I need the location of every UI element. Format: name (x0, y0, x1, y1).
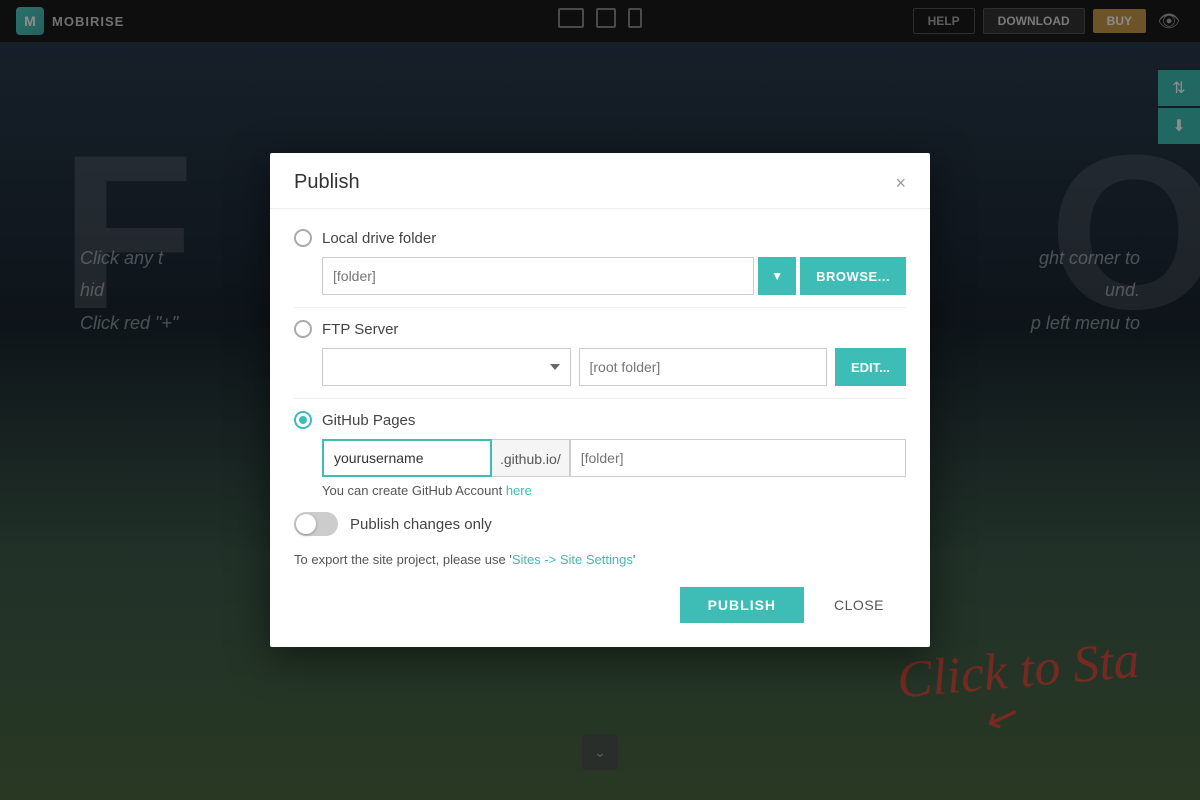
ftp-input-row: EDIT... (322, 348, 906, 386)
divider-1 (294, 307, 906, 308)
local-drive-radio[interactable] (294, 229, 312, 247)
divider-2 (294, 398, 906, 399)
github-radio[interactable] (294, 411, 312, 429)
ftp-folder-input[interactable] (579, 348, 828, 386)
publish-changes-label: Publish changes only (350, 516, 492, 533)
chevron-down-icon: ▼ (771, 269, 783, 283)
local-drive-label: Local drive folder (322, 230, 436, 247)
site-settings-link[interactable]: Sites -> Site Settings (512, 552, 633, 567)
local-drive-option-row: Local drive folder (294, 229, 906, 247)
modal-close-button[interactable]: × (895, 174, 906, 192)
modal-actions: PUBLISH CLOSE (294, 587, 906, 623)
ftp-server-select[interactable] (322, 348, 571, 386)
ftp-edit-button[interactable]: EDIT... (835, 348, 906, 386)
local-folder-input[interactable] (322, 257, 754, 295)
close-button[interactable]: CLOSE (812, 587, 906, 623)
browse-button[interactable]: BROWSE... (800, 257, 906, 295)
github-option-row: GitHub Pages (294, 411, 906, 429)
publish-modal: Publish × Local drive folder ▼ BROWSE...… (270, 153, 930, 647)
github-hint: You can create GitHub Account here (322, 483, 906, 498)
github-label: GitHub Pages (322, 412, 415, 429)
toggle-row: Publish changes only (294, 512, 906, 536)
publish-changes-toggle[interactable] (294, 512, 338, 536)
ftp-label: FTP Server (322, 321, 398, 338)
ftp-radio[interactable] (294, 320, 312, 338)
ftp-option-row: FTP Server (294, 320, 906, 338)
github-domain-text: .github.io/ (492, 439, 570, 477)
export-note: To export the site project, please use '… (294, 552, 906, 567)
publish-button[interactable]: PUBLISH (680, 587, 804, 623)
local-drive-input-row: ▼ BROWSE... (322, 257, 906, 295)
modal-header: Publish × (270, 153, 930, 209)
modal-body: Local drive folder ▼ BROWSE... FTP Serve… (270, 209, 930, 647)
github-username-input[interactable] (322, 439, 492, 477)
modal-title: Publish (294, 171, 360, 194)
github-input-row: .github.io/ (322, 439, 906, 477)
local-folder-dropdown-button[interactable]: ▼ (758, 257, 796, 295)
github-create-account-link[interactable]: here (506, 483, 532, 498)
github-folder-input[interactable] (570, 439, 906, 477)
